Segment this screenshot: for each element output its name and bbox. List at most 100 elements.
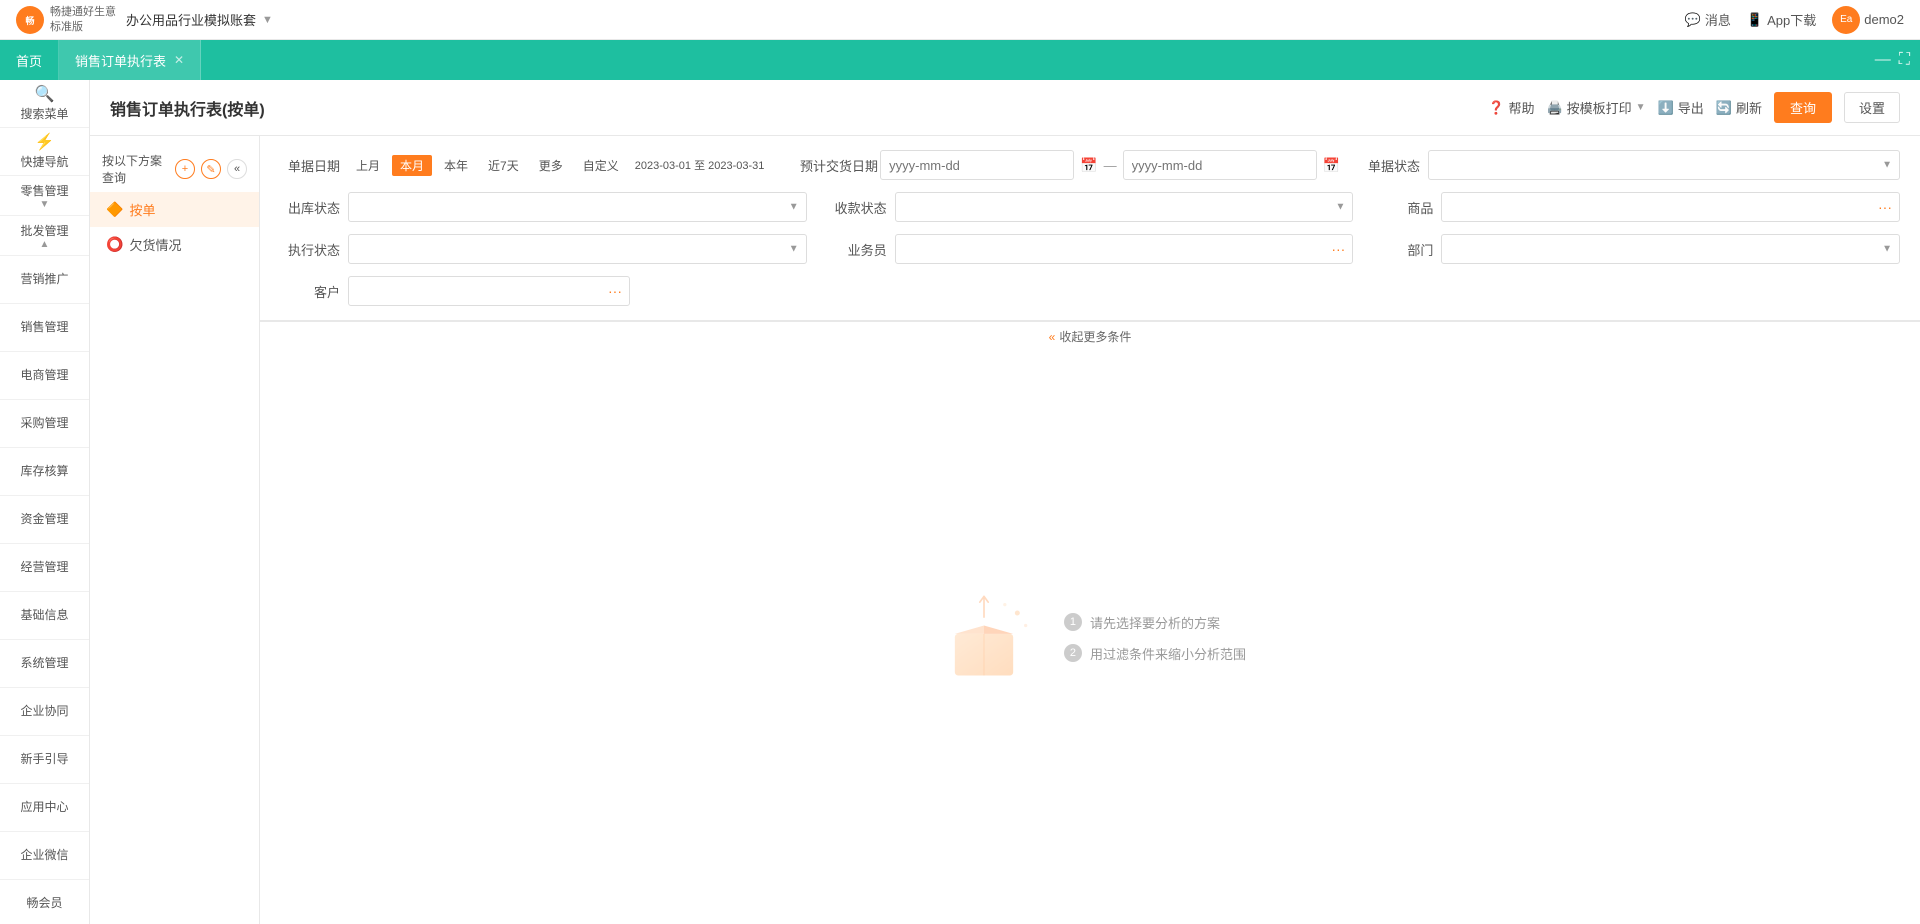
tab-sales-order-exec[interactable]: 销售订单执行表 ✕ xyxy=(59,40,201,80)
customer-more-btn[interactable]: ··· xyxy=(608,283,622,299)
sidebar-item-sales-mgmt[interactable]: 销售管理 xyxy=(0,304,89,352)
svg-text:畅: 畅 xyxy=(25,15,34,26)
sidebar-item-ecommerce-mgmt[interactable]: 电商管理 xyxy=(0,352,89,400)
sidebar-item-operation-mgmt[interactable]: 经营管理 xyxy=(0,544,89,592)
app-download-btn[interactable]: 📱 App下载 xyxy=(1747,10,1816,29)
tab-home[interactable]: 首页 xyxy=(0,40,59,80)
sub-sidebar-item-by-order[interactable]: 🔶 按单 xyxy=(90,192,259,227)
calendar-to-icon[interactable]: 📅 xyxy=(1323,157,1340,174)
sub-sidebar-collapse-btn[interactable]: « xyxy=(227,159,247,179)
user-menu[interactable]: Ea demo2 xyxy=(1832,6,1904,34)
salesperson-field[interactable] xyxy=(895,234,1354,264)
expected-delivery-from[interactable] xyxy=(880,150,1074,180)
goods-field[interactable] xyxy=(1441,192,1900,222)
shortcut-custom[interactable]: 自定义 xyxy=(575,155,627,176)
delivery-status-field[interactable] xyxy=(348,192,807,222)
sub-sidebar-add-btn[interactable]: + xyxy=(175,159,195,179)
tab-maximize-btn[interactable]: ⛶ xyxy=(1899,51,1910,69)
sidebar-item-finance-mgmt[interactable]: 资金管理 xyxy=(0,496,89,544)
sidebar-item-system-mgmt[interactable]: 系统管理 xyxy=(0,640,89,688)
download-icon: 📱 xyxy=(1747,12,1763,28)
order-date-label: 单据日期 xyxy=(280,156,340,175)
salesperson-more-btn[interactable]: ··· xyxy=(1331,241,1345,257)
sidebar-item-retail-mgmt[interactable]: 零售管理 ▼ xyxy=(0,176,89,216)
date-range-text: 2023-03-01 至 2023-03-31 xyxy=(635,157,765,173)
department-input-wrap: ▼ xyxy=(1441,234,1900,264)
customer-field[interactable] xyxy=(348,276,630,306)
sub-sidebar-edit-btn[interactable]: ✎ xyxy=(201,159,221,179)
debt-status-icon: ⭕ xyxy=(106,236,123,253)
expected-delivery-to[interactable] xyxy=(1123,150,1317,180)
goods-input-wrap: ··· xyxy=(1441,192,1900,222)
sidebar-item-enterprise-collab[interactable]: 企业协同 xyxy=(0,688,89,736)
exec-status-input-wrap: ▼ xyxy=(348,234,807,264)
by-order-icon: 🔶 xyxy=(106,201,123,218)
logo-text: 畅捷通好生意 标准版 xyxy=(50,5,116,34)
tab-minimize-btn[interactable]: — xyxy=(1875,51,1891,69)
logo-area: 畅 畅捷通好生意 标准版 xyxy=(16,5,116,34)
refresh-btn[interactable]: 🔄 刷新 xyxy=(1716,98,1762,117)
message-btn[interactable]: 💬 消息 xyxy=(1685,10,1731,29)
shortcut-more[interactable]: 更多 xyxy=(531,155,571,176)
sidebar-item-new-guide[interactable]: 新手引导 xyxy=(0,736,89,784)
shortcut-this-month[interactable]: 本月 xyxy=(392,155,432,176)
order-status-field[interactable] xyxy=(1428,150,1900,180)
expected-delivery-range: 📅 — 📅 xyxy=(880,150,1340,180)
message-icon: 💬 xyxy=(1685,12,1701,28)
date-shortcuts: 上月 本月 本年 近7天 更多 自定义 xyxy=(348,155,627,176)
department-filter: 部门 ▼ xyxy=(1373,234,1900,264)
sidebar-item-member[interactable]: 畅会员 xyxy=(0,880,89,924)
goods-more-btn[interactable]: ··· xyxy=(1878,199,1892,215)
collapse-bar[interactable]: « 收起更多条件 xyxy=(260,321,1920,351)
filter-row-2: 出库状态 ▼ 收款状态 ▼ xyxy=(280,192,1900,222)
content-area: 销售订单执行表(按单) ❓ 帮助 🖨️ 按模板打印 ▼ ⬇️ 导出 🔄 刷新 xyxy=(90,80,1920,924)
calendar-from-icon[interactable]: 📅 xyxy=(1080,157,1097,174)
payment-status-field[interactable] xyxy=(895,192,1354,222)
filter-area: 单据日期 上月 本月 本年 近7天 更多 自定义 2023-03-01 至 20… xyxy=(260,136,1920,321)
header-right: 💬 消息 📱 App下载 Ea demo2 xyxy=(1685,6,1904,34)
sidebar-item-enterprise-wechat[interactable]: 企业微信 xyxy=(0,832,89,880)
help-icon: ❓ xyxy=(1488,100,1504,116)
tab-bar: 首页 销售订单执行表 ✕ — ⛶ xyxy=(0,40,1920,80)
empty-step-2: 2 用过滤条件来缩小分析范围 xyxy=(1064,644,1246,663)
query-btn[interactable]: 查询 xyxy=(1774,92,1832,123)
sidebar-item-marketing[interactable]: 营销推广 xyxy=(0,256,89,304)
help-btn[interactable]: ❓ 帮助 xyxy=(1488,98,1534,117)
export-btn[interactable]: ⬇️ 导出 xyxy=(1658,98,1704,117)
breadcrumb-text: 办公用品行业模拟账套 xyxy=(126,10,256,29)
tab-close-icon[interactable]: ✕ xyxy=(174,53,184,67)
sidebar-item-wholesale-mgmt[interactable]: 批发管理 ▲ xyxy=(0,216,89,256)
refresh-icon: 🔄 xyxy=(1716,100,1732,116)
order-date-filter: 单据日期 上月 本月 本年 近7天 更多 自定义 2023-03-01 至 20… xyxy=(280,155,780,176)
shortcut-last-7-days[interactable]: 近7天 xyxy=(480,155,527,176)
sub-sidebar-title: 按以下方案查询 xyxy=(102,152,167,186)
sidebar-item-purchase-mgmt[interactable]: 采购管理 xyxy=(0,400,89,448)
filter-row-1: 单据日期 上月 本月 本年 近7天 更多 自定义 2023-03-01 至 20… xyxy=(280,150,1900,180)
sub-sidebar-actions: + ✎ « xyxy=(175,159,247,179)
goods-filter: 商品 ··· xyxy=(1373,192,1900,222)
retail-mgmt-arrow-icon: ▼ xyxy=(40,199,50,210)
sidebar-item-search-menu[interactable]: 🔍 搜索菜单 xyxy=(0,80,89,128)
payment-status-input-wrap: ▼ xyxy=(895,192,1354,222)
template-print-btn[interactable]: 🖨️ 按模板打印 ▼ xyxy=(1546,98,1645,117)
sidebar-item-app-center[interactable]: 应用中心 xyxy=(0,784,89,832)
order-status-label: 单据状态 xyxy=(1360,156,1420,175)
logo-icon: 畅 xyxy=(16,6,44,34)
sidebar-item-basic-info[interactable]: 基础信息 xyxy=(0,592,89,640)
sub-sidebar-item-debt-status[interactable]: ⭕ 欠货情况 xyxy=(90,227,259,262)
delivery-status-input-wrap: ▼ xyxy=(348,192,807,222)
shortcut-this-year[interactable]: 本年 xyxy=(436,155,476,176)
settings-btn[interactable]: 设置 xyxy=(1844,92,1900,123)
sidebar-item-inventory-check[interactable]: 库存核算 xyxy=(0,448,89,496)
main-area: 🔍 搜索菜单 ⚡ 快捷导航 零售管理 ▼ 批发管理 ▲ 营销推广 销售管理 电商… xyxy=(0,80,1920,924)
empty-state: 1 请先选择要分析的方案 2 用过滤条件来缩小分析范围 xyxy=(260,351,1920,924)
sidebar-item-quick-nav[interactable]: ⚡ 快捷导航 xyxy=(0,128,89,176)
exec-status-field[interactable] xyxy=(348,234,807,264)
department-field[interactable] xyxy=(1441,234,1900,264)
empty-content: 1 请先选择要分析的方案 2 用过滤条件来缩小分析范围 xyxy=(934,588,1246,688)
breadcrumb[interactable]: 办公用品行业模拟账套 ▼ xyxy=(126,10,273,29)
expected-delivery-label: 预计交货日期 xyxy=(800,156,872,175)
step-2-num: 2 xyxy=(1064,644,1082,662)
shortcut-last-month[interactable]: 上月 xyxy=(348,155,388,176)
header-left: 畅 畅捷通好生意 标准版 办公用品行业模拟账套 ▼ xyxy=(16,5,273,34)
